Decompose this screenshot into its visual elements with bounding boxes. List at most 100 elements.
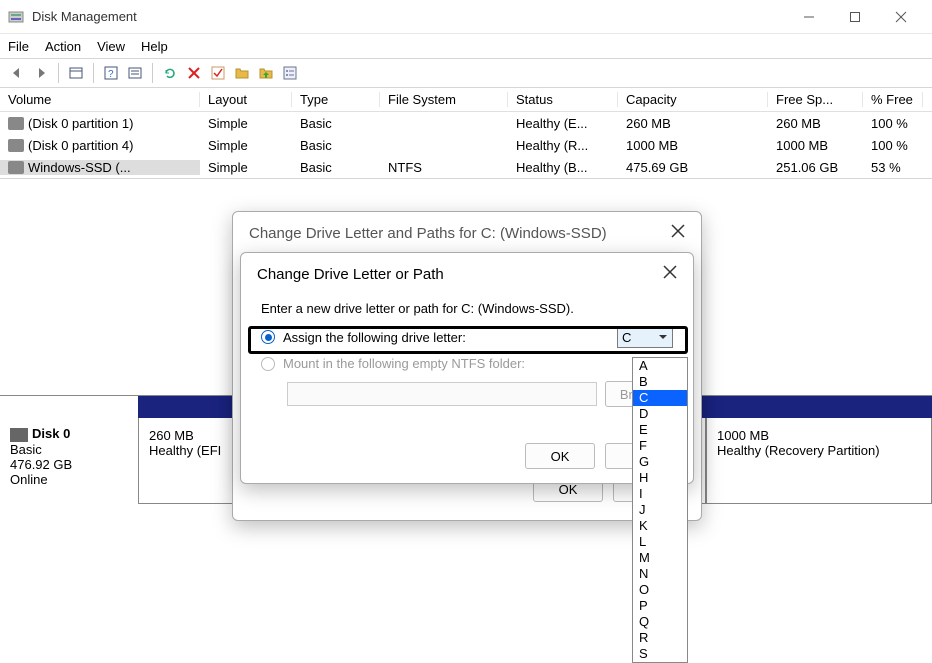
col-status[interactable]: Status [508,92,618,107]
properties-icon[interactable] [279,62,301,84]
col-layout[interactable]: Layout [200,92,292,107]
help-icon[interactable]: ? [100,62,122,84]
cell-free: 260 MB [768,116,863,131]
dialog-title: Change Drive Letter or Path [257,266,444,283]
disk-state: Online [10,472,128,487]
drive-letter-option[interactable]: F [633,438,687,454]
dialog-prompt: Enter a new drive letter or path for C: … [261,301,673,316]
cell-layout: Simple [200,138,292,153]
partition-size: 1000 MB [717,428,921,443]
drive-letter-option[interactable]: S [633,646,687,662]
cell-capacity: 260 MB [618,116,768,131]
col-free[interactable]: Free Sp... [768,92,863,107]
col-volume[interactable]: Volume [0,92,200,107]
drive-letter-option[interactable]: B [633,374,687,390]
volume-icon [8,139,24,152]
cell-capacity: 1000 MB [618,138,768,153]
cell-status: Healthy (R... [508,138,618,153]
col-fs[interactable]: File System [380,92,508,107]
cell-free: 1000 MB [768,138,863,153]
table-header: Volume Layout Type File System Status Ca… [0,88,932,112]
drive-letter-option[interactable]: R [633,630,687,646]
drive-letter-dropdown[interactable]: ABCDEFGHIJKLMNOPQRS [632,357,688,663]
toolbar-icon-1[interactable] [65,62,87,84]
disk-name: Disk 0 [32,426,70,441]
table-row[interactable]: Windows-SSD (... Simple Basic NTFS Healt… [0,156,932,178]
folder-up-icon[interactable] [255,62,277,84]
dialog-change-letter: Change Drive Letter or Path Enter a new … [240,252,694,484]
maximize-button[interactable] [832,2,878,32]
folder-path-input[interactable] [287,382,597,406]
drive-letter-option[interactable]: O [633,582,687,598]
check-icon[interactable] [207,62,229,84]
drive-letter-option[interactable]: C [633,390,687,406]
titlebar: Disk Management [0,0,932,34]
col-capacity[interactable]: Capacity [618,92,768,107]
cell-layout: Simple [200,160,292,175]
drive-letter-option[interactable]: D [633,406,687,422]
disk-info: Disk 0 Basic 476.92 GB Online [0,396,138,504]
cell-pct: 100 % [863,116,923,131]
minimize-button[interactable] [786,2,832,32]
cell-status: Healthy (B... [508,160,618,175]
partition-status: Healthy (Recovery Partition) [717,443,921,458]
cell-fs: NTFS [380,160,508,175]
drive-letter-option[interactable]: P [633,598,687,614]
drive-letter-option[interactable]: K [633,518,687,534]
svg-text:?: ? [108,69,114,80]
refresh-icon[interactable] [159,62,181,84]
col-pct[interactable]: % Free [863,92,923,107]
drive-letter-option[interactable]: G [633,454,687,470]
toolbar: ? [0,58,932,88]
dialog-title: Change Drive Letter and Paths for C: (Wi… [249,225,607,242]
disk-icon [10,428,28,442]
toolbar-icon-2[interactable] [124,62,146,84]
cell-pct: 53 % [863,160,923,175]
tutorial-highlight [248,326,688,354]
cell-volume: (Disk 0 partition 4) [28,138,133,153]
close-icon[interactable] [671,224,685,242]
menu-action[interactable]: Action [45,39,81,54]
close-icon[interactable] [663,265,677,283]
menu-help[interactable]: Help [141,39,168,54]
forward-button[interactable] [30,62,52,84]
drive-letter-option[interactable]: M [633,550,687,566]
disk-size: 476.92 GB [10,457,128,472]
cell-capacity: 475.69 GB [618,160,768,175]
cell-volume: Windows-SSD (... [28,160,131,175]
drive-letter-option[interactable]: Q [633,614,687,630]
menubar: File Action View Help [0,34,932,58]
drive-letter-option[interactable]: E [633,422,687,438]
drive-letter-option[interactable]: L [633,534,687,550]
back-button[interactable] [6,62,28,84]
folder-icon[interactable] [231,62,253,84]
close-button[interactable] [878,2,924,32]
cell-layout: Simple [200,116,292,131]
disk-type: Basic [10,442,128,457]
window-title: Disk Management [32,9,137,24]
table-row[interactable]: (Disk 0 partition 1) Simple Basic Health… [0,112,932,134]
cell-free: 251.06 GB [768,160,863,175]
drive-letter-option[interactable]: I [633,486,687,502]
drive-letter-option[interactable]: H [633,470,687,486]
cell-pct: 100 % [863,138,923,153]
volume-table: Volume Layout Type File System Status Ca… [0,88,932,179]
ok-button[interactable]: OK [525,443,595,469]
disk-management-icon [8,9,24,25]
cell-type: Basic [292,138,380,153]
radio-mount-folder-label: Mount in the following empty NTFS folder… [283,356,525,371]
menu-file[interactable]: File [8,39,29,54]
cell-type: Basic [292,116,380,131]
cell-type: Basic [292,160,380,175]
drive-letter-option[interactable]: J [633,502,687,518]
table-row[interactable]: (Disk 0 partition 4) Simple Basic Health… [0,134,932,156]
delete-icon[interactable] [183,62,205,84]
partition[interactable]: 1000 MB Healthy (Recovery Partition) [706,418,932,504]
drive-letter-option[interactable]: A [633,358,687,374]
menu-view[interactable]: View [97,39,125,54]
volume-icon [8,161,24,174]
radio-mount-folder[interactable] [261,357,275,371]
col-type[interactable]: Type [292,92,380,107]
drive-letter-option[interactable]: N [633,566,687,582]
cell-status: Healthy (E... [508,116,618,131]
